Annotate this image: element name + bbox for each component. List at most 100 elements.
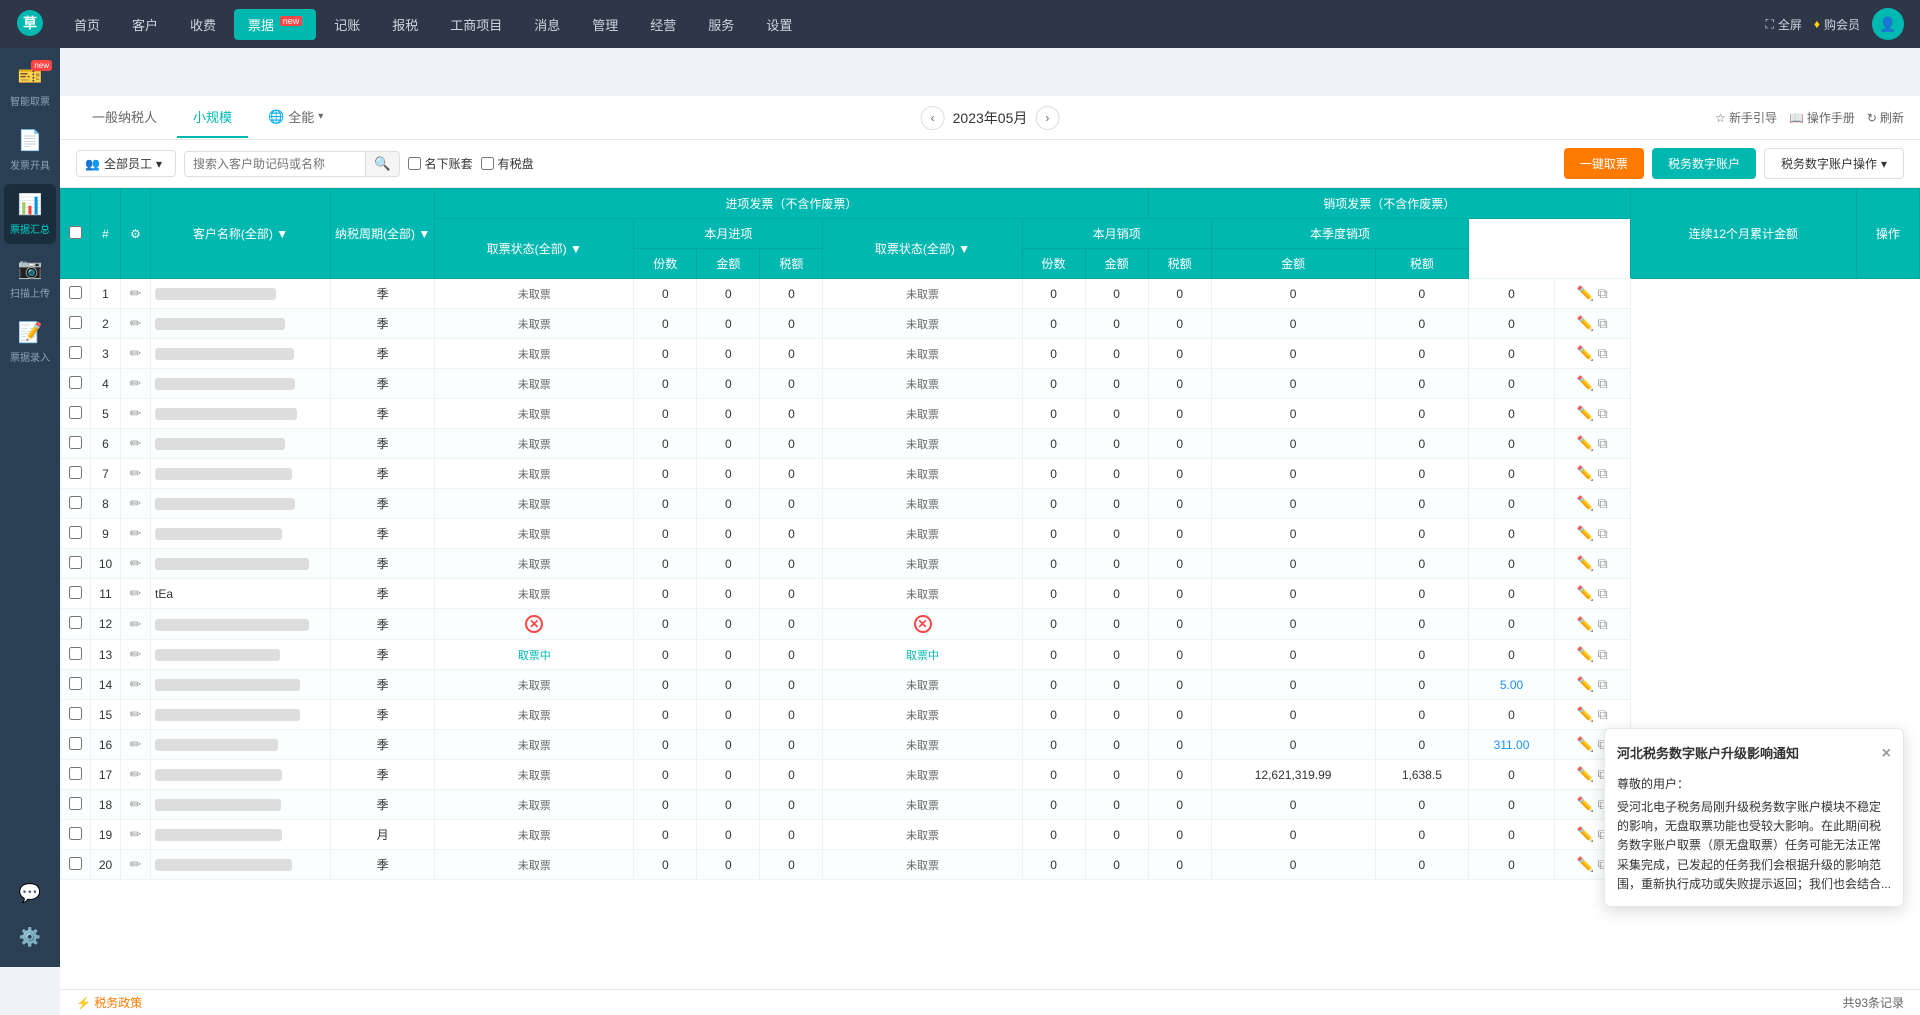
- user-avatar[interactable]: 👤: [1872, 8, 1904, 40]
- sub-account-checkbox-label[interactable]: 名下账套: [408, 155, 473, 172]
- row-copy-action[interactable]: ⧉: [1598, 676, 1608, 692]
- row-in-status[interactable]: 未取票: [435, 399, 634, 429]
- row-out-status[interactable]: ✕: [823, 609, 1022, 640]
- row-in-status[interactable]: 未取票: [435, 279, 634, 309]
- row-select-checkbox[interactable]: [69, 677, 82, 690]
- row-checkbox[interactable]: [61, 399, 91, 429]
- row-checkbox[interactable]: [61, 339, 91, 369]
- row-checkbox[interactable]: [61, 790, 91, 820]
- row-cumulative[interactable]: 0: [1469, 640, 1555, 670]
- row-cumulative[interactable]: 0: [1469, 820, 1555, 850]
- row-select-checkbox[interactable]: [69, 466, 82, 479]
- row-edit-icon[interactable]: ✏: [121, 489, 151, 519]
- row-out-status[interactable]: 未取票: [823, 579, 1022, 609]
- row-edit-action[interactable]: ✏️: [1577, 766, 1594, 782]
- row-select-checkbox[interactable]: [69, 346, 82, 359]
- nav-business[interactable]: 工商项目: [436, 9, 516, 40]
- row-edit-icon[interactable]: ✏: [121, 549, 151, 579]
- sidebar-item-scan-upload[interactable]: 📷 扫描上传: [4, 248, 56, 308]
- row-select-checkbox[interactable]: [69, 316, 82, 329]
- row-checkbox[interactable]: [61, 459, 91, 489]
- nav-manage[interactable]: 管理: [578, 9, 632, 40]
- row-customer-name[interactable]: [151, 279, 331, 309]
- row-out-status[interactable]: 未取票: [823, 820, 1022, 850]
- row-cumulative[interactable]: 0: [1469, 609, 1555, 640]
- row-edit-icon[interactable]: ✏: [121, 369, 151, 399]
- row-copy-action[interactable]: ⧉: [1598, 646, 1608, 662]
- row-customer-name[interactable]: [151, 730, 331, 760]
- row-in-status[interactable]: 未取票: [435, 670, 634, 700]
- row-copy-action[interactable]: ⧉: [1598, 405, 1608, 421]
- row-customer-name[interactable]: [151, 850, 331, 880]
- th-out-status[interactable]: 取票状态(全部) ▼: [823, 219, 1022, 279]
- row-customer-name[interactable]: [151, 549, 331, 579]
- row-checkbox[interactable]: [61, 579, 91, 609]
- sidebar-item-smart-ticket[interactable]: 🎫 智能取票 new: [4, 56, 56, 116]
- sidebar-chat-btn[interactable]: 💬: [12, 875, 48, 911]
- row-edit-icon[interactable]: ✏: [121, 730, 151, 760]
- row-edit-icon[interactable]: ✏: [121, 850, 151, 880]
- tab-small-scale[interactable]: 小规模: [177, 97, 248, 138]
- row-checkbox[interactable]: [61, 519, 91, 549]
- fullscreen-btn[interactable]: ⛶ 全屏: [1765, 16, 1801, 33]
- row-out-status[interactable]: 未取票: [823, 730, 1022, 760]
- th-customer-name[interactable]: 客户名称(全部) ▼: [151, 189, 331, 279]
- row-checkbox[interactable]: [61, 760, 91, 790]
- row-cumulative[interactable]: 311.00: [1469, 730, 1555, 760]
- row-edit-icon[interactable]: ✏: [121, 640, 151, 670]
- row-cumulative[interactable]: 0: [1469, 339, 1555, 369]
- row-cumulative[interactable]: 0: [1469, 850, 1555, 880]
- row-customer-name[interactable]: [151, 700, 331, 730]
- row-edit-icon[interactable]: ✏: [121, 279, 151, 309]
- tax-digital-account-btn[interactable]: 税务数字账户: [1652, 148, 1756, 179]
- row-edit-icon[interactable]: ✏: [121, 519, 151, 549]
- row-copy-action[interactable]: ⧉: [1598, 706, 1608, 722]
- row-edit-action[interactable]: ✏️: [1577, 465, 1594, 481]
- row-copy-action[interactable]: ⧉: [1598, 435, 1608, 451]
- nav-tax[interactable]: 报税: [378, 9, 432, 40]
- has-tax-disk-checkbox[interactable]: [481, 157, 494, 170]
- th-tax-cycle[interactable]: 纳税周期(全部) ▼: [331, 189, 435, 279]
- nav-home[interactable]: 首页: [60, 9, 114, 40]
- row-customer-name[interactable]: [151, 790, 331, 820]
- row-customer-name[interactable]: [151, 399, 331, 429]
- row-edit-action[interactable]: ✏️: [1577, 315, 1594, 331]
- row-edit-icon[interactable]: ✏: [121, 339, 151, 369]
- search-button[interactable]: 🔍: [365, 152, 399, 176]
- row-edit-action[interactable]: ✏️: [1577, 676, 1594, 692]
- row-edit-icon[interactable]: ✏: [121, 459, 151, 489]
- nav-billing[interactable]: 收费: [176, 9, 230, 40]
- row-out-status[interactable]: 未取票: [823, 549, 1022, 579]
- row-out-status[interactable]: 未取票: [823, 459, 1022, 489]
- row-edit-action[interactable]: ✏️: [1577, 285, 1594, 301]
- row-checkbox[interactable]: [61, 820, 91, 850]
- row-edit-action[interactable]: ✏️: [1577, 435, 1594, 451]
- refresh-btn[interactable]: ↻ 刷新: [1867, 109, 1904, 126]
- row-edit-action[interactable]: ✏️: [1577, 856, 1594, 872]
- row-customer-name[interactable]: tEa: [151, 579, 331, 609]
- row-customer-name[interactable]: [151, 339, 331, 369]
- row-copy-action[interactable]: ⧉: [1598, 285, 1608, 301]
- row-out-status[interactable]: 未取票: [823, 369, 1022, 399]
- row-in-status[interactable]: 未取票: [435, 820, 634, 850]
- nav-message[interactable]: 消息: [520, 9, 574, 40]
- row-select-checkbox[interactable]: [69, 737, 82, 750]
- row-checkbox[interactable]: [61, 309, 91, 339]
- row-select-checkbox[interactable]: [69, 556, 82, 569]
- row-customer-name[interactable]: [151, 670, 331, 700]
- select-all-checkbox[interactable]: [69, 226, 82, 239]
- row-edit-action[interactable]: ✏️: [1577, 796, 1594, 812]
- row-copy-action[interactable]: ⧉: [1598, 345, 1608, 361]
- row-edit-action[interactable]: ✏️: [1577, 736, 1594, 752]
- row-in-status[interactable]: 未取票: [435, 579, 634, 609]
- nav-settings[interactable]: 设置: [752, 9, 806, 40]
- row-checkbox[interactable]: [61, 640, 91, 670]
- row-edit-icon[interactable]: ✏: [121, 790, 151, 820]
- row-out-status[interactable]: 未取票: [823, 279, 1022, 309]
- row-edit-icon[interactable]: ✏: [121, 609, 151, 640]
- row-out-status[interactable]: 取票中: [823, 640, 1022, 670]
- row-out-status[interactable]: 未取票: [823, 339, 1022, 369]
- row-edit-icon[interactable]: ✏: [121, 309, 151, 339]
- employee-select[interactable]: 👥 全部员工 ▾: [76, 150, 176, 177]
- new-guide-btn[interactable]: ☆ 新手引导: [1715, 109, 1777, 126]
